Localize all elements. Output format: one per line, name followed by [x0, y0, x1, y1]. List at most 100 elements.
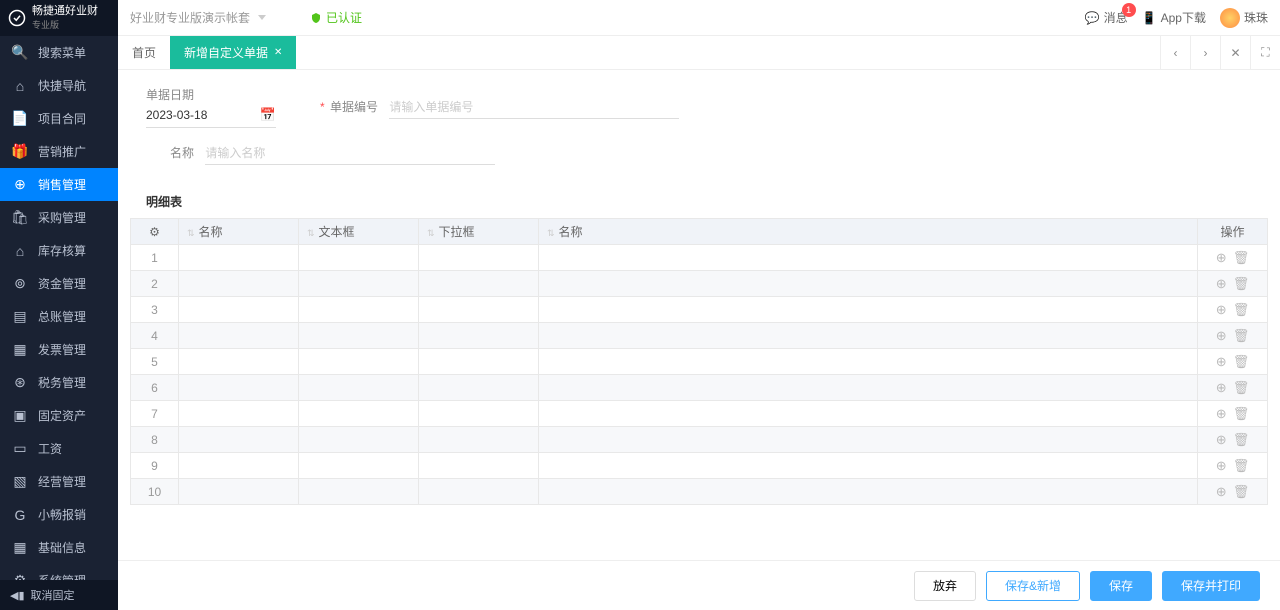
sidebar-item-9[interactable]: ▦发票管理 [0, 333, 118, 366]
delete-row-icon[interactable]: 🗑 [1233, 406, 1250, 421]
cell-dropdown[interactable] [419, 245, 539, 271]
sidebar-item-16[interactable]: ⚙系统管理 [0, 564, 118, 580]
delete-row-icon[interactable]: 🗑 [1233, 250, 1250, 265]
discard-button[interactable]: 放弃 [914, 571, 976, 601]
add-row-icon[interactable]: ⊕ [1216, 250, 1227, 265]
fullscreen-toggle[interactable]: ⛶ [1250, 36, 1280, 69]
cell-name1[interactable] [179, 427, 299, 453]
messages-link[interactable]: 💬 消息 1 [1085, 9, 1128, 26]
cell-dropdown[interactable] [419, 375, 539, 401]
table-row[interactable]: 3⊕🗑 [131, 297, 1268, 323]
sidebar-item-13[interactable]: ▧经营管理 [0, 465, 118, 498]
cell-name1[interactable] [179, 323, 299, 349]
sidebar-item-8[interactable]: ▤总账管理 [0, 300, 118, 333]
table-row[interactable]: 10⊕🗑 [131, 479, 1268, 505]
add-row-icon[interactable]: ⊕ [1216, 354, 1227, 369]
sidebar-item-1[interactable]: ⌂快捷导航 [0, 69, 118, 102]
sidebar-item-0[interactable]: 🔍搜索菜单 [0, 36, 118, 69]
cell-textbox[interactable] [299, 245, 419, 271]
table-row[interactable]: 5⊕🗑 [131, 349, 1268, 375]
cell-dropdown[interactable] [419, 453, 539, 479]
name-input[interactable] [205, 142, 495, 165]
cell-textbox[interactable] [299, 323, 419, 349]
delete-row-icon[interactable]: 🗑 [1233, 302, 1250, 317]
table-row[interactable]: 2⊕🗑 [131, 271, 1268, 297]
col-dropdown[interactable]: ⇅下拉框 [419, 219, 539, 245]
code-input[interactable] [389, 96, 679, 119]
table-row[interactable]: 7⊕🗑 [131, 401, 1268, 427]
tab-home[interactable]: 首页 [118, 36, 170, 69]
cell-textbox[interactable] [299, 427, 419, 453]
tabs-close-all[interactable]: ✕ [1220, 36, 1250, 69]
table-row[interactable]: 9⊕🗑 [131, 453, 1268, 479]
user-menu[interactable]: 珠珠 [1220, 8, 1268, 28]
cell-textbox[interactable] [299, 271, 419, 297]
cell-name1[interactable] [179, 453, 299, 479]
col-textbox[interactable]: ⇅文本框 [299, 219, 419, 245]
cell-name1[interactable] [179, 479, 299, 505]
sidebar-item-5[interactable]: 🛍采购管理 [0, 201, 118, 234]
cell-name1[interactable] [179, 401, 299, 427]
add-row-icon[interactable]: ⊕ [1216, 302, 1227, 317]
cell-textbox[interactable] [299, 297, 419, 323]
cell-dropdown[interactable] [419, 297, 539, 323]
delete-row-icon[interactable]: 🗑 [1233, 276, 1250, 291]
sidebar-item-7[interactable]: ⊚资金管理 [0, 267, 118, 300]
add-row-icon[interactable]: ⊕ [1216, 328, 1227, 343]
col-name2[interactable]: ⇅名称 [539, 219, 1198, 245]
add-row-icon[interactable]: ⊕ [1216, 276, 1227, 291]
tabs-next[interactable]: › [1190, 36, 1220, 69]
cell-dropdown[interactable] [419, 401, 539, 427]
table-row[interactable]: 8⊕🗑 [131, 427, 1268, 453]
delete-row-icon[interactable]: 🗑 [1233, 328, 1250, 343]
sidebar-item-4[interactable]: ⊕销售管理 [0, 168, 118, 201]
add-row-icon[interactable]: ⊕ [1216, 432, 1227, 447]
cell-name2[interactable] [539, 323, 1198, 349]
delete-row-icon[interactable]: 🗑 [1233, 432, 1250, 447]
sidebar-item-14[interactable]: G小畅报销 [0, 498, 118, 531]
sidebar-item-6[interactable]: ⌂库存核算 [0, 234, 118, 267]
tab-active[interactable]: 新增自定义单据 ✕ [170, 36, 296, 69]
delete-row-icon[interactable]: 🗑 [1233, 458, 1250, 473]
add-row-icon[interactable]: ⊕ [1216, 458, 1227, 473]
save-and-new-button[interactable]: 保存&新增 [986, 571, 1080, 601]
table-row[interactable]: 1⊕🗑 [131, 245, 1268, 271]
sidebar-item-12[interactable]: ▭工资 [0, 432, 118, 465]
cell-name1[interactable] [179, 375, 299, 401]
cell-name1[interactable] [179, 271, 299, 297]
cell-name2[interactable] [539, 271, 1198, 297]
cell-textbox[interactable] [299, 453, 419, 479]
cell-name2[interactable] [539, 349, 1198, 375]
date-input[interactable]: 2023-03-18 📅 [146, 103, 276, 128]
cell-name2[interactable] [539, 297, 1198, 323]
cell-textbox[interactable] [299, 375, 419, 401]
sidebar-item-3[interactable]: 🎁营销推广 [0, 135, 118, 168]
account-selector[interactable]: 好业财专业版演示帐套 [130, 9, 266, 26]
cell-textbox[interactable] [299, 349, 419, 375]
cell-name2[interactable] [539, 453, 1198, 479]
sidebar-item-10[interactable]: ⊛税务管理 [0, 366, 118, 399]
delete-row-icon[interactable]: 🗑 [1233, 380, 1250, 395]
sidebar-item-15[interactable]: ▦基础信息 [0, 531, 118, 564]
delete-row-icon[interactable]: 🗑 [1233, 484, 1250, 499]
tabs-prev[interactable]: ‹ [1160, 36, 1190, 69]
close-icon[interactable]: ✕ [274, 47, 282, 58]
cell-name2[interactable] [539, 375, 1198, 401]
cell-name2[interactable] [539, 401, 1198, 427]
sidebar-item-11[interactable]: ▣固定资产 [0, 399, 118, 432]
add-row-icon[interactable]: ⊕ [1216, 406, 1227, 421]
cell-dropdown[interactable] [419, 271, 539, 297]
col-name1[interactable]: ⇅名称 [179, 219, 299, 245]
add-row-icon[interactable]: ⊕ [1216, 380, 1227, 395]
delete-row-icon[interactable]: 🗑 [1233, 354, 1250, 369]
sidebar-item-2[interactable]: 📄项目合同 [0, 102, 118, 135]
table-row[interactable]: 6⊕🗑 [131, 375, 1268, 401]
cell-name2[interactable] [539, 427, 1198, 453]
add-row-icon[interactable]: ⊕ [1216, 484, 1227, 499]
cell-name1[interactable] [179, 349, 299, 375]
cell-dropdown[interactable] [419, 479, 539, 505]
sidebar-pin-toggle[interactable]: ◀▮ 取消固定 [0, 580, 118, 610]
cell-name2[interactable] [539, 479, 1198, 505]
app-download-link[interactable]: 📱 App下载 [1142, 9, 1206, 26]
table-row[interactable]: 4⊕🗑 [131, 323, 1268, 349]
